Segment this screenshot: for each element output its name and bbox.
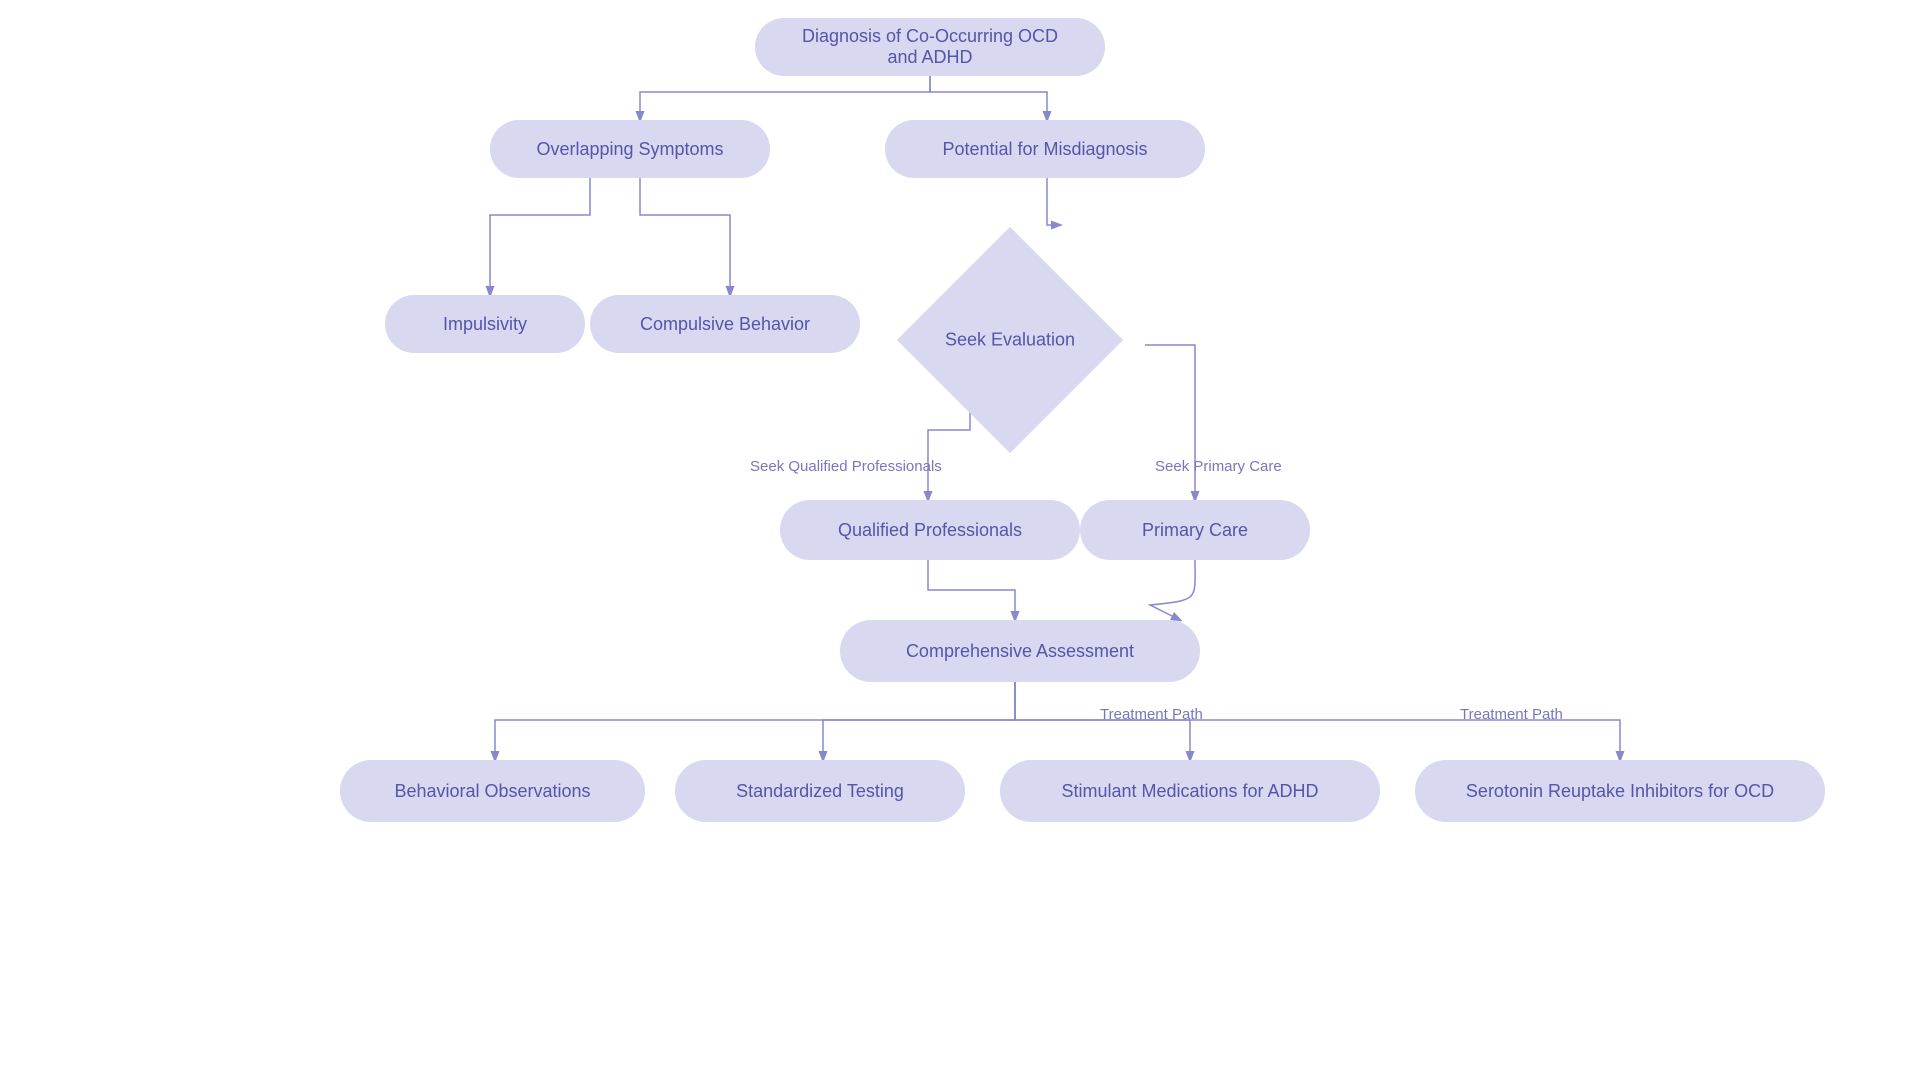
- primary-care-node: Primary Care: [1080, 500, 1310, 560]
- standardized-testing-node: Standardized Testing: [675, 760, 965, 822]
- flowchart-container: Diagnosis of Co-Occurring OCD and ADHD O…: [0, 0, 1920, 1083]
- misdiagnosis-node: Potential for Misdiagnosis: [885, 120, 1205, 178]
- overlapping-symptoms-node: Overlapping Symptoms: [490, 120, 770, 178]
- edge-label-seek-qualified: Seek Qualified Professionals: [750, 458, 942, 475]
- compulsive-behavior-node: Compulsive Behavior: [590, 295, 860, 353]
- impulsivity-node: Impulsivity: [385, 295, 585, 353]
- edge-label-seek-primary: Seek Primary Care: [1155, 458, 1282, 475]
- edge-label-treatment-path-1: Treatment Path: [1100, 706, 1203, 723]
- edge-label-treatment-path-2: Treatment Path: [1460, 706, 1563, 723]
- comprehensive-assessment-node: Comprehensive Assessment: [840, 620, 1200, 682]
- qualified-professionals-node: Qualified Professionals: [780, 500, 1080, 560]
- root-node: Diagnosis of Co-Occurring OCD and ADHD: [755, 18, 1105, 76]
- seek-evaluation-node: Seek Evaluation: [895, 225, 1125, 455]
- behavioral-observations-node: Behavioral Observations: [340, 760, 645, 822]
- stimulant-medications-node: Stimulant Medications for ADHD: [1000, 760, 1380, 822]
- serotonin-reuptake-node: Serotonin Reuptake Inhibitors for OCD: [1415, 760, 1825, 822]
